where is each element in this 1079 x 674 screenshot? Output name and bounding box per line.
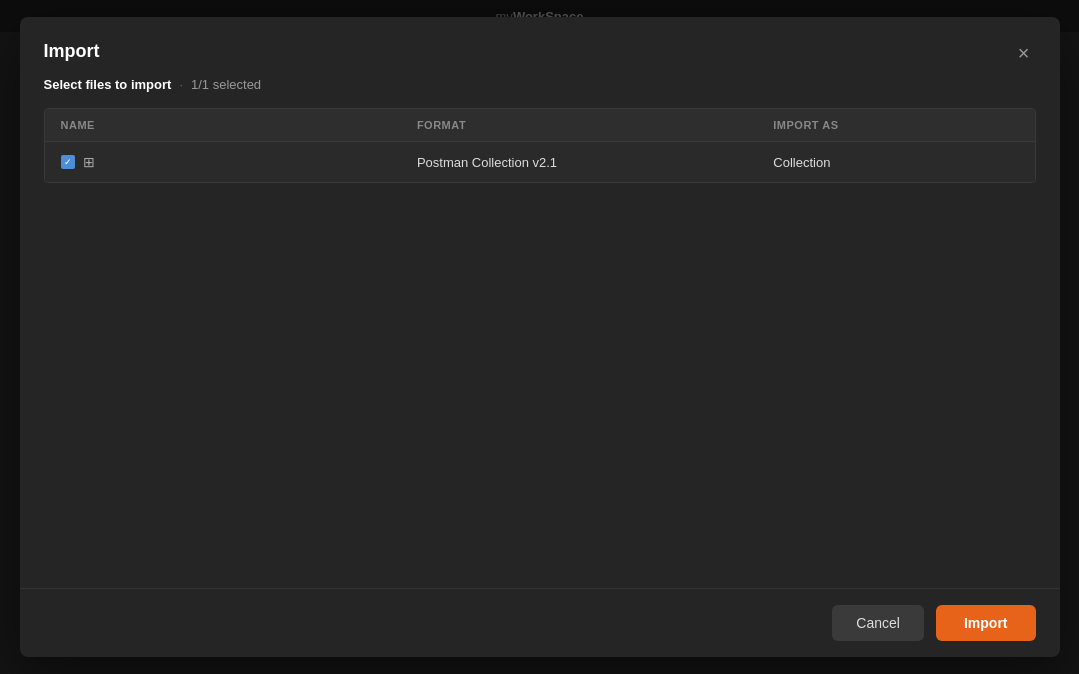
file-import-as-cell: Collection: [757, 142, 1034, 183]
import-button[interactable]: Import: [936, 605, 1036, 641]
file-checkbox-cell[interactable]: ⊞: [61, 154, 385, 170]
file-table-container: NAME FORMAT IMPORT AS ⊞: [44, 108, 1036, 183]
file-icon: ⊞: [83, 154, 95, 170]
modal-footer: Cancel Import: [20, 588, 1060, 657]
cancel-button[interactable]: Cancel: [832, 605, 924, 641]
close-button[interactable]: ×: [1012, 41, 1036, 65]
table-row[interactable]: ⊞ Postman Collection v2.1 Collection: [45, 142, 1035, 183]
column-header-format: FORMAT: [401, 109, 757, 142]
file-checkbox[interactable]: [61, 155, 75, 169]
table-header-row: NAME FORMAT IMPORT AS: [45, 109, 1035, 142]
column-header-name: NAME: [45, 109, 401, 142]
modal-title: Import: [44, 41, 100, 62]
subheader-count: 1/1 selected: [191, 77, 261, 92]
import-modal: Import × Select files to import · 1/1 se…: [20, 17, 1060, 657]
modal-header: Import ×: [20, 17, 1060, 65]
modal-body: NAME FORMAT IMPORT AS ⊞: [20, 92, 1060, 588]
file-table: NAME FORMAT IMPORT AS ⊞: [45, 109, 1035, 182]
modal-subheader: Select files to import · 1/1 selected: [20, 65, 1060, 92]
table-header: NAME FORMAT IMPORT AS: [45, 109, 1035, 142]
subheader-separator: ·: [179, 77, 183, 92]
file-format-cell: Postman Collection v2.1: [401, 142, 757, 183]
column-header-import-as: IMPORT AS: [757, 109, 1034, 142]
modal-backdrop: Import × Select files to import · 1/1 se…: [0, 0, 1079, 674]
file-name-cell[interactable]: ⊞: [45, 142, 401, 183]
table-body: ⊞ Postman Collection v2.1 Collection: [45, 142, 1035, 183]
subheader-label: Select files to import: [44, 77, 172, 92]
